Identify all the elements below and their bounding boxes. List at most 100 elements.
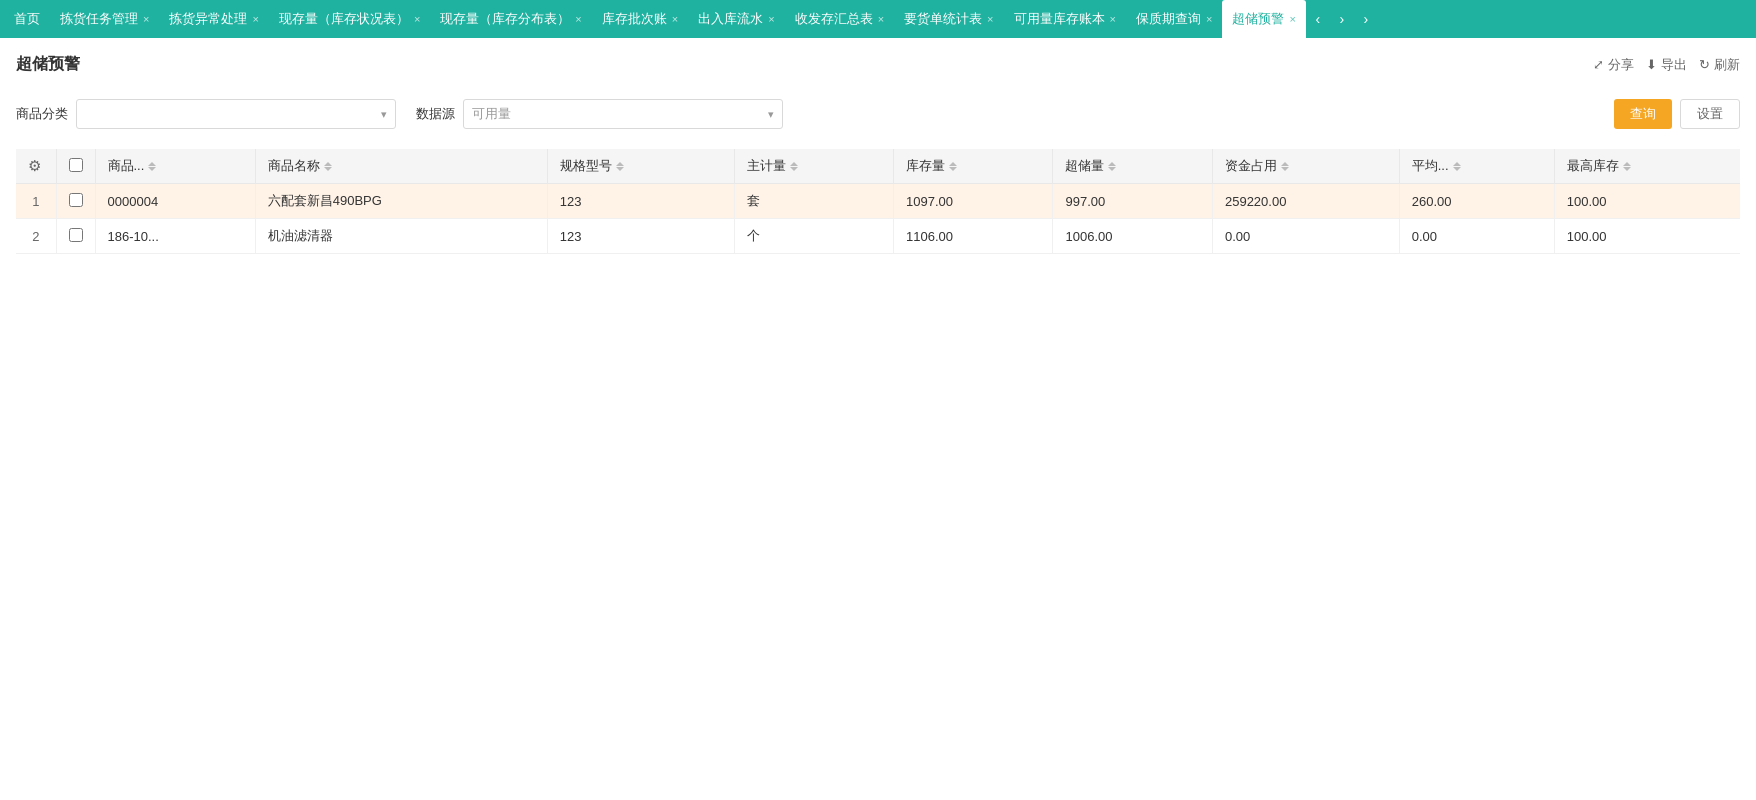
- row-stock: 1106.00: [893, 219, 1052, 254]
- chevron-down-icon: ▾: [768, 108, 774, 121]
- close-icon[interactable]: ×: [1110, 13, 1116, 25]
- col-overflow: 超储量: [1053, 149, 1212, 184]
- export-button[interactable]: ⬇ 导出: [1646, 56, 1687, 74]
- row-checkbox-cell: [56, 184, 95, 219]
- row-checkbox[interactable]: [69, 193, 83, 207]
- nav-item-flow[interactable]: 出入库流水 ×: [688, 0, 784, 38]
- row-overflow: 1006.00: [1053, 219, 1212, 254]
- sort-icon: [324, 162, 332, 171]
- sort-capital[interactable]: 资金占用: [1225, 157, 1289, 175]
- col-stock: 库存量: [893, 149, 1052, 184]
- header-actions: ⤢ 分享 ⬇ 导出 ↻ 刷新: [1593, 56, 1740, 74]
- row-spec: 123: [547, 184, 734, 219]
- nav-item-overstock[interactable]: 超储预警 ×: [1222, 0, 1305, 38]
- category-label: 商品分类: [16, 105, 68, 123]
- sort-stock[interactable]: 库存量: [906, 157, 957, 175]
- close-icon[interactable]: ×: [878, 13, 884, 25]
- nav-next-arrow[interactable]: ›: [1330, 0, 1354, 38]
- close-icon[interactable]: ×: [768, 13, 774, 25]
- table-row[interactable]: 1 0000004 六配套新昌490BPG 123 套 1097.00 997.…: [16, 184, 1740, 219]
- col-avg: 平均...: [1399, 149, 1554, 184]
- sort-spec[interactable]: 规格型号: [560, 157, 624, 175]
- export-icon: ⬇: [1646, 57, 1657, 72]
- col-product-name: 商品名称: [255, 149, 547, 184]
- refresh-icon: ↻: [1699, 57, 1710, 72]
- close-icon[interactable]: ×: [252, 13, 258, 25]
- nav-prev-arrow[interactable]: ‹: [1306, 0, 1330, 38]
- sort-icon: [148, 162, 156, 171]
- close-icon[interactable]: ×: [414, 13, 420, 25]
- filter-area: 商品分类 ▾ 数据源 可用量 ▾ 查询 设置: [16, 91, 1740, 137]
- share-button[interactable]: ⤢ 分享: [1593, 56, 1634, 74]
- nav-item-summary[interactable]: 收发存汇总表 ×: [785, 0, 894, 38]
- row-product-code: 186-10...: [95, 219, 255, 254]
- col-max-stock: 最高库存: [1554, 149, 1740, 184]
- chevron-down-icon: ▾: [381, 108, 387, 121]
- close-icon[interactable]: ×: [1206, 13, 1212, 25]
- refresh-button[interactable]: ↻ 刷新: [1699, 56, 1740, 74]
- col-settings: ⚙: [16, 149, 56, 184]
- category-filter: 商品分类 ▾: [16, 99, 396, 129]
- nav-item-expiry[interactable]: 保质期查询 ×: [1126, 0, 1222, 38]
- row-spec: 123: [547, 219, 734, 254]
- sort-icon: [1281, 162, 1289, 171]
- query-button[interactable]: 查询: [1614, 99, 1672, 129]
- row-unit: 套: [734, 184, 893, 219]
- category-select[interactable]: ▾: [76, 99, 396, 129]
- close-icon[interactable]: ×: [143, 13, 149, 25]
- sort-overflow[interactable]: 超储量: [1065, 157, 1116, 175]
- page-title: 超储预警: [16, 54, 80, 75]
- nav-item-available[interactable]: 可用量库存账本 ×: [1004, 0, 1126, 38]
- page-container: 超储预警 ⤢ 分享 ⬇ 导出 ↻ 刷新 商品分类 ▾ 数据源: [0, 38, 1756, 800]
- nav-item-task[interactable]: 拣货任务管理 ×: [50, 0, 159, 38]
- nav-item-inventory-dist[interactable]: 现存量（库存分布表） ×: [430, 0, 591, 38]
- nav-item-requisition[interactable]: 要货单统计表 ×: [894, 0, 1003, 38]
- sort-icon: [1108, 162, 1116, 171]
- row-overflow: 997.00: [1053, 184, 1212, 219]
- col-spec: 规格型号: [547, 149, 734, 184]
- close-icon[interactable]: ×: [672, 13, 678, 25]
- row-unit: 个: [734, 219, 893, 254]
- row-index: 2: [16, 219, 56, 254]
- sort-icon: [616, 162, 624, 171]
- sort-icon: [1623, 162, 1631, 171]
- gear-icon[interactable]: ⚙: [28, 157, 41, 175]
- sort-avg[interactable]: 平均...: [1412, 157, 1461, 175]
- datasource-value: 可用量: [472, 105, 511, 123]
- nav-item-inventory-status[interactable]: 现存量（库存状况表） ×: [269, 0, 430, 38]
- filter-actions: 查询 设置: [1614, 99, 1740, 129]
- nav-item-exception[interactable]: 拣货异常处理 ×: [159, 0, 268, 38]
- close-icon[interactable]: ×: [575, 13, 581, 25]
- row-avg: 0.00: [1399, 219, 1554, 254]
- row-product-name: 机油滤清器: [255, 219, 547, 254]
- close-icon[interactable]: ×: [1289, 13, 1295, 25]
- sort-icon: [1453, 162, 1461, 171]
- col-checkbox: [56, 149, 95, 184]
- row-max-stock: 100.00: [1554, 219, 1740, 254]
- sort-product-code[interactable]: 商品...: [108, 157, 157, 175]
- table-header-row: ⚙ 商品...: [16, 149, 1740, 184]
- settings-button[interactable]: 设置: [1680, 99, 1740, 129]
- row-capital: 259220.00: [1212, 184, 1399, 219]
- nav-item-batch[interactable]: 库存批次账 ×: [592, 0, 688, 38]
- row-index: 1: [16, 184, 56, 219]
- table-row[interactable]: 2 186-10... 机油滤清器 123 个 1106.00 1006.00 …: [16, 219, 1740, 254]
- row-max-stock: 100.00: [1554, 184, 1740, 219]
- close-icon[interactable]: ×: [987, 13, 993, 25]
- nav-bar: 首页 拣货任务管理 × 拣货异常处理 × 现存量（库存状况表） × 现存量（库存…: [0, 0, 1756, 38]
- nav-more-arrow[interactable]: ›: [1354, 0, 1378, 38]
- row-avg: 260.00: [1399, 184, 1554, 219]
- table-body: 1 0000004 六配套新昌490BPG 123 套 1097.00 997.…: [16, 184, 1740, 254]
- share-icon: ⤢: [1593, 57, 1604, 72]
- datasource-select[interactable]: 可用量 ▾: [463, 99, 783, 129]
- row-stock: 1097.00: [893, 184, 1052, 219]
- sort-max-stock[interactable]: 最高库存: [1567, 157, 1631, 175]
- sort-unit[interactable]: 主计量: [747, 157, 798, 175]
- sort-product-name[interactable]: 商品名称: [268, 157, 332, 175]
- row-checkbox[interactable]: [69, 228, 83, 242]
- table-container: ⚙ 商品...: [16, 149, 1740, 254]
- col-product-code: 商品...: [95, 149, 255, 184]
- datasource-label: 数据源: [416, 105, 455, 123]
- select-all-checkbox[interactable]: [69, 158, 83, 172]
- nav-item-home[interactable]: 首页: [4, 0, 50, 38]
